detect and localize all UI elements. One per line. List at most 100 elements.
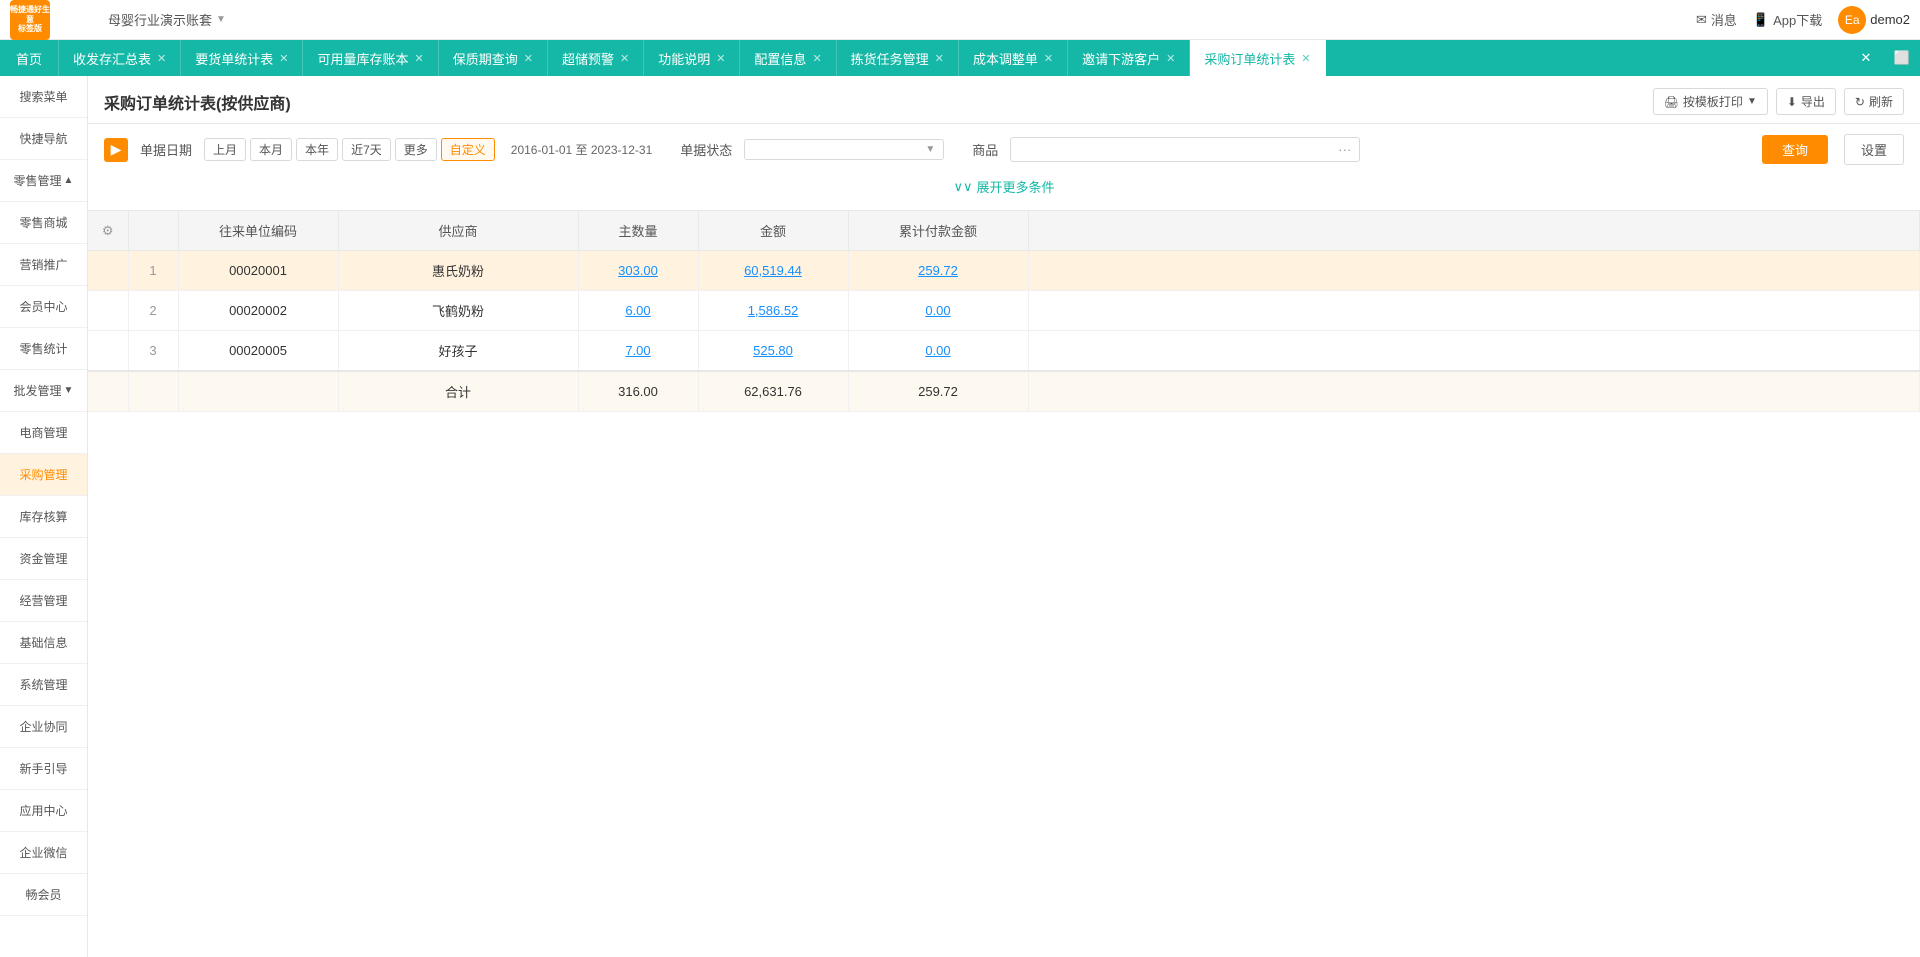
tab-功能说明[interactable]: 功能说明 ✕ [644,40,740,76]
sidebar-item-members[interactable]: 会员中心 [0,286,87,328]
app-download-btn[interactable]: 📱 App下载 [1753,10,1822,29]
row-amount[interactable]: 1,586.52 [698,291,848,331]
sidebar-item-inventory[interactable]: 库存核算 [0,496,87,538]
sidebar-item-onboarding[interactable]: 新手引导 [0,748,87,790]
chevron-up-icon: ▲ [64,175,74,186]
row-code: 00020001 [178,251,338,291]
print-button[interactable]: 🖨 按模板打印 ▼ [1653,88,1768,115]
tab-成本调整单[interactable]: 成本调整单 ✕ [959,40,1068,76]
tab-close-icon[interactable]: ✕ [157,52,166,65]
sidebar-item-retail-shop[interactable]: 零售商城 [0,202,87,244]
tab-要货单统计表[interactable]: 要货单统计表 ✕ [181,40,303,76]
th-code: 往来单位编码 [178,211,338,251]
message-label: 消息 [1711,10,1737,29]
app-download-label: App下载 [1773,10,1822,29]
settings-button[interactable]: 设置 [1844,134,1904,165]
sidebar-item-quick-nav[interactable]: 快捷导航 [0,118,87,160]
tab-収发存汇总表[interactable]: 收发存汇总表 ✕ [59,40,181,76]
phone-icon: 📱 [1753,12,1769,28]
sidebar-item-finance[interactable]: 资金管理 [0,538,87,580]
sidebar-item-app-center[interactable]: 应用中心 [0,790,87,832]
sidebar-item-marketing[interactable]: 营销推广 [0,244,87,286]
nav-tabs: 首页 收发存汇总表 ✕ 要货单统计表 ✕ 可用量库存账本 ✕ 保质期查询 ✕ 超… [0,40,1920,76]
row-paid[interactable]: 0.00 [848,331,1028,372]
user-area[interactable]: Ea demo2 [1838,6,1910,34]
sidebar-item-search[interactable]: 搜索菜单 [0,76,87,118]
tab-邀请下游客户[interactable]: 邀请下游客户 ✕ [1068,40,1190,76]
tab-label: 可用量库存账本 [317,49,408,68]
tab-close-icon[interactable]: ✕ [279,52,288,65]
row-extra [1028,251,1920,291]
filter-area: ▶ 单据日期 上月 本月 本年 近7天 更多 自定义 2016-01-01 至 … [88,124,1920,211]
tab-close-icon[interactable]: ✕ [1301,52,1310,65]
status-select[interactable]: ▼ [744,139,944,160]
shortcut-7-days[interactable]: 近7天 [342,138,391,161]
tab-close-icon[interactable]: ✕ [935,52,944,65]
row-paid[interactable]: 259.72 [848,251,1028,291]
export-button[interactable]: ⬇ 导出 [1776,88,1836,115]
sidebar-item-ecommerce[interactable]: 电商管理 [0,412,87,454]
sidebar-label: 经营管理 [4,592,83,609]
org-selector[interactable]: 母婴行业演示账套 ▼ [98,10,1696,29]
row-qty[interactable]: 6.00 [578,291,698,331]
sidebar-item-retail-mgmt[interactable]: 零售管理 ▲ [0,160,87,202]
tab-close-icon[interactable]: ✕ [524,52,533,65]
sidebar-label: 采购管理 [4,466,83,483]
row-check[interactable] [88,331,128,372]
shortcut-this-month[interactable]: 本月 [250,138,292,161]
sidebar-item-enterprise[interactable]: 企业协同 [0,706,87,748]
sidebar-item-purchase[interactable]: 采购管理 [0,454,87,496]
tab-配置信息[interactable]: 配置信息 ✕ [740,40,836,76]
shortcut-last-month[interactable]: 上月 [204,138,246,161]
shortcut-more[interactable]: 更多 [395,138,437,161]
data-table: ⚙ 往来单位编码 供应商 主数量 金额 累计付款金额 [88,211,1920,412]
sidebar-item-wholesale[interactable]: 批发管理 ▼ [0,370,87,412]
tab-保质期查询[interactable]: 保质期查询 ✕ [439,40,548,76]
tab-超储预警[interactable]: 超储预警 ✕ [548,40,644,76]
sidebar-item-retail-stats[interactable]: 零售统计 [0,328,87,370]
sidebar-label: 基础信息 [4,634,83,651]
footer-code [178,371,338,412]
sidebar-item-membership[interactable]: 畅会员 [0,874,87,916]
tab-close-icon[interactable]: ✕ [716,52,725,65]
tab-close-icon[interactable]: ✕ [1044,52,1053,65]
row-check[interactable] [88,251,128,291]
row-amount[interactable]: 60,519.44 [698,251,848,291]
tab-label: 拣货任务管理 [851,49,929,68]
tab-home[interactable]: 首页 [0,40,59,76]
tab-可用量库存账本[interactable]: 可用量库存账本 ✕ [303,40,438,76]
sidebar-label: 零售管理 [14,172,62,189]
logo-text-line2: 标签版 [10,24,50,34]
footer-extra [1028,371,1920,412]
tab-采购订单统计表[interactable]: 采购订单统计表 ✕ [1190,40,1325,76]
tab-拣货任务管理[interactable]: 拣货任务管理 ✕ [837,40,959,76]
tab-label: 配置信息 [754,49,806,68]
shortcut-this-year[interactable]: 本年 [296,138,338,161]
filter-toggle-btn[interactable]: ▶ [104,138,128,162]
refresh-button[interactable]: ↻ 刷新 [1844,88,1904,115]
sidebar-item-basics[interactable]: 基础信息 [0,622,87,664]
message-btn[interactable]: ✉ 消息 [1696,10,1737,29]
row-qty[interactable]: 7.00 [578,331,698,372]
search-button[interactable]: 查询 [1762,135,1828,164]
goods-input[interactable]: ··· [1010,137,1360,162]
row-check[interactable] [88,291,128,331]
nav-close-btn[interactable]: ✕ [1848,40,1884,76]
sidebar-item-wechat[interactable]: 企业微信 [0,832,87,874]
row-qty[interactable]: 303.00 [578,251,698,291]
gear-icon[interactable]: ⚙ [102,223,114,238]
sidebar-item-system[interactable]: 系统管理 [0,664,87,706]
row-paid[interactable]: 0.00 [848,291,1028,331]
tab-close-icon[interactable]: ✕ [812,52,821,65]
row-amount[interactable]: 525.80 [698,331,848,372]
date-range-display: 2016-01-01 至 2023-12-31 [511,141,652,158]
export-label: 导出 [1801,93,1825,110]
th-gear[interactable]: ⚙ [88,211,128,251]
custom-date-badge[interactable]: 自定义 [441,138,495,161]
nav-expand-btn[interactable]: ⬜ [1884,40,1920,76]
tab-close-icon[interactable]: ✕ [620,52,629,65]
tab-close-icon[interactable]: ✕ [1166,52,1175,65]
sidebar-item-operations[interactable]: 经营管理 [0,580,87,622]
tab-close-icon[interactable]: ✕ [415,52,424,65]
expand-more-btn[interactable]: ∨∨ 展开更多条件 [945,173,1062,200]
